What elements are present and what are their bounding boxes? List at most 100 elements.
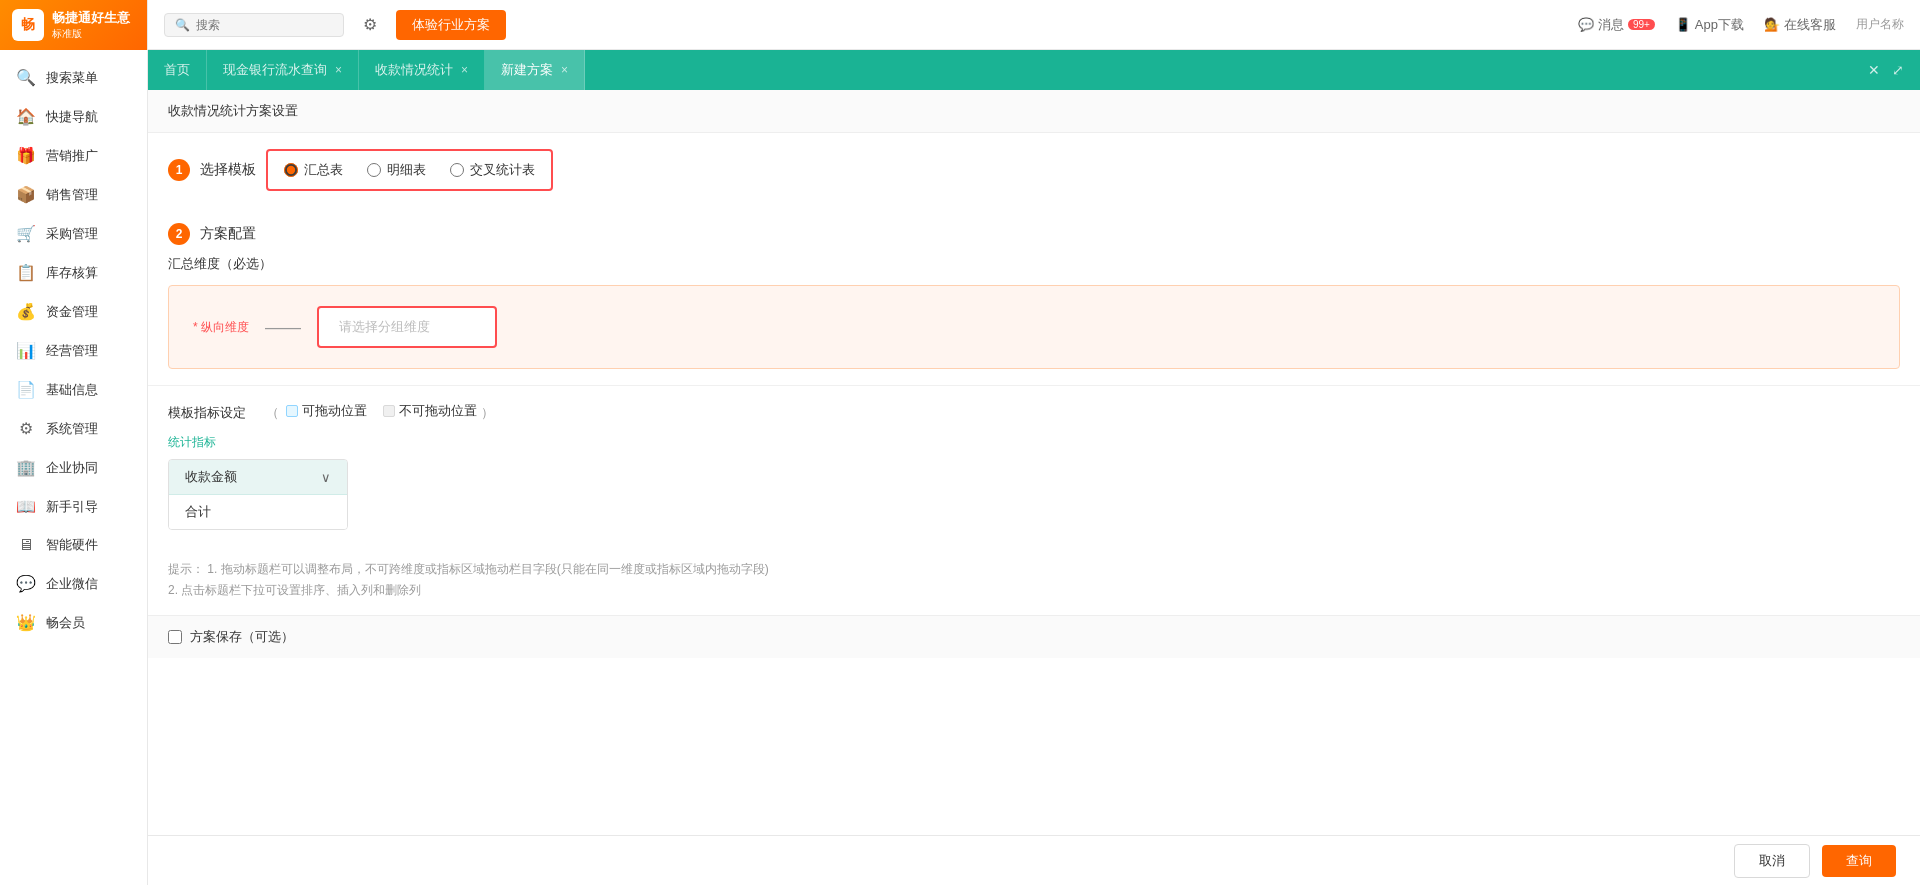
vertical-dimension-label: * 纵向维度 [193,319,249,336]
metrics-column-label: 收款金额 [185,468,237,486]
settings-icon[interactable]: ⚙ [356,11,384,39]
message-label: 消息 [1598,16,1624,34]
cancel-button[interactable]: 取消 [1734,844,1810,878]
sidebar-item-label: 新手引导 [46,498,98,516]
query-button[interactable]: 查询 [1822,845,1896,877]
draggable-legend-label: 可拖动位置 [302,402,367,420]
metrics-dropdown-arrow[interactable]: ∨ [321,470,331,485]
radio-summary-label: 汇总表 [304,161,343,179]
tab-bank-flow[interactable]: 现金银行流水查询 × [207,50,359,90]
logo-icon: 畅 [12,9,44,41]
sidebar-item-label: 基础信息 [46,381,98,399]
chart-icon: 📊 [16,341,36,360]
search-input[interactable] [196,18,316,32]
sidebar-item-label: 畅会员 [46,614,85,632]
tab-collection-stats[interactable]: 收款情况统计 × [359,50,485,90]
clipboard-icon: 📋 [16,263,36,282]
sidebar-item-inventory[interactable]: 📋 库存核算 [0,253,147,292]
tab-home[interactable]: 首页 [148,50,207,90]
save-label: 方案保存（可选） [190,628,294,646]
radio-summary[interactable]: 汇总表 [284,161,343,179]
metrics-column-header[interactable]: 收款金额 ∨ [169,460,347,495]
sidebar-item-enterprise[interactable]: 🏢 企业协同 [0,448,147,487]
radio-cross-input[interactable] [450,163,464,177]
metrics-category: 统计指标 [168,434,1900,451]
search-box[interactable]: 🔍 [164,13,344,37]
radio-summary-input[interactable] [284,163,298,177]
sidebar-item-label: 库存核算 [46,264,98,282]
fixed-legend-icon [383,405,395,417]
sidebar-item-guide[interactable]: 📖 新手引导 [0,487,147,526]
logo-text: 畅捷通好生意 [52,9,130,27]
message-icon: 💬 [1578,17,1594,32]
section1-header: 1 选择模板 汇总表 明细表 交叉统计表 [168,149,1900,191]
sidebar-item-purchase[interactable]: 🛒 采购管理 [0,214,147,253]
sidebar-item-weixin[interactable]: 💬 企业微信 [0,564,147,603]
tab-home-label: 首页 [164,61,190,79]
page-header-title: 收款情况统计方案设置 [168,103,298,118]
tab-new-plan-close[interactable]: × [561,63,568,77]
dimension-area: * 纵向维度 —— 请选择分组维度 [168,285,1900,369]
customer-service-button[interactable]: 💁 在线客服 [1764,16,1836,34]
sidebar-item-operation[interactable]: 📊 经营管理 [0,331,147,370]
tab-collection-stats-label: 收款情况统计 [375,61,453,79]
sidebar-item-label: 经营管理 [46,342,98,360]
radio-detail-input[interactable] [367,163,381,177]
sidebar-item-label: 采购管理 [46,225,98,243]
sidebar-item-hardware[interactable]: 🖥 智能硬件 [0,526,147,564]
sidebar-item-label: 企业微信 [46,575,98,593]
sidebar-item-sales[interactable]: 📦 销售管理 [0,175,147,214]
tip-line2: 2. 点击标题栏下拉可设置排序、插入列和删除列 [168,582,1900,599]
sidebar-item-marketing[interactable]: 🎁 营销推广 [0,136,147,175]
search-icon: 🔍 [175,18,190,32]
building-icon: 🏢 [16,458,36,477]
dimension-section-label: 汇总维度（必选） [168,255,1900,273]
radio-detail-label: 明细表 [387,161,426,179]
metrics-section: 模板指标设定 （ 可拖动位置 不可拖动位置 ） 统计指标 收款金额 [148,385,1920,549]
sidebar-logo: 畅 畅捷通好生意 标准版 [0,0,147,50]
tab-new-plan[interactable]: 新建方案 × [485,50,585,90]
tips-section: 提示： 1. 拖动标题栏可以调整布局，不可跨维度或指标区域拖动栏目字段(只能在同… [148,549,1920,615]
sidebar-item-member[interactable]: 👑 畅会员 [0,603,147,642]
maximize-window-icon[interactable]: ⤢ [1892,62,1904,78]
monitor-icon: 🖥 [16,536,36,554]
radio-cross-label: 交叉统计表 [470,161,535,179]
sidebar-item-quick-nav[interactable]: 🏠 快捷导航 [0,97,147,136]
crown-icon: 👑 [16,613,36,632]
close-window-icon[interactable]: ✕ [1868,62,1880,78]
content-inner: 收款情况统计方案设置 1 选择模板 汇总表 明细表 [148,90,1920,835]
sidebar-item-label: 搜索菜单 [46,69,98,87]
sidebar-menu: 🔍 搜索菜单 🏠 快捷导航 🎁 营销推广 📦 销售管理 🛒 采购管理 📋 库存核… [0,50,147,885]
save-checkbox[interactable] [168,630,182,644]
section2-header: 2 方案配置 [168,223,1900,245]
section2-badge: 2 [168,223,190,245]
radio-detail[interactable]: 明细表 [367,161,426,179]
dimension-select[interactable]: 请选择分组维度 [317,306,497,348]
sidebar-item-search-menu[interactable]: 🔍 搜索菜单 [0,58,147,97]
metrics-title: 模板指标设定 [168,405,246,420]
mobile-icon: 📱 [1675,17,1691,32]
sidebar-item-system[interactable]: ⚙ 系统管理 [0,409,147,448]
tab-collection-stats-close[interactable]: × [461,63,468,77]
sidebar-item-label: 资金管理 [46,303,98,321]
username-display: 用户名称 [1856,16,1904,33]
draggable-legend-icon [286,405,298,417]
metrics-section-label: 模板指标设定 （ 可拖动位置 不可拖动位置 ） [168,402,1900,422]
sidebar-item-label: 企业协同 [46,459,98,477]
sidebar-item-finance[interactable]: 💰 资金管理 [0,292,147,331]
money-icon: 💰 [16,302,36,321]
trial-button[interactable]: 体验行业方案 [396,10,506,40]
gift-icon: 🎁 [16,146,36,165]
app-download-button[interactable]: 📱 App下载 [1675,16,1744,34]
metrics-row-total: 合计 [169,495,347,529]
tab-bank-flow-close[interactable]: × [335,63,342,77]
tabs-window-controls: ✕ ⤢ [1852,50,1920,90]
sidebar-item-label: 快捷导航 [46,108,98,126]
sidebar-item-label: 销售管理 [46,186,98,204]
logo-badge: 标准版 [52,27,130,41]
message-button[interactable]: 💬 消息 99+ [1578,16,1655,34]
service-icon: 💁 [1764,17,1780,32]
app-download-label: App下载 [1695,16,1744,34]
radio-cross[interactable]: 交叉统计表 [450,161,535,179]
sidebar-item-basic-info[interactable]: 📄 基础信息 [0,370,147,409]
